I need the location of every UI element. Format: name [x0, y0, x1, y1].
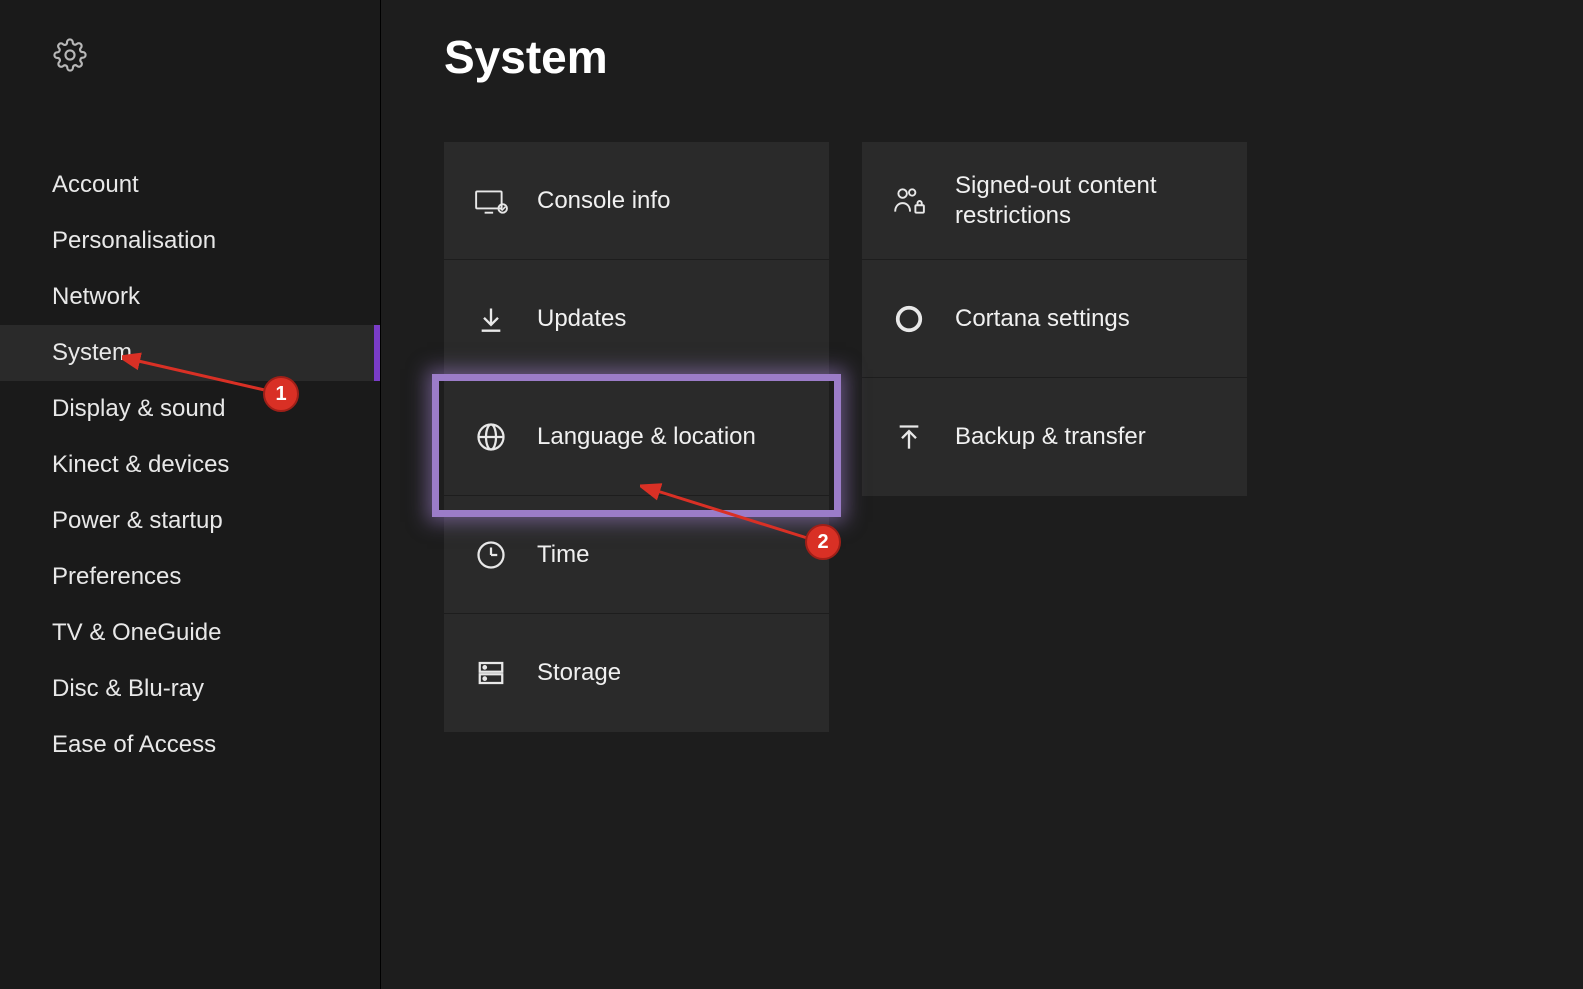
sidebar-item-power-startup[interactable]: Power & startup — [0, 493, 380, 549]
sidebar-item-account[interactable]: Account — [0, 157, 380, 213]
nav-list: Account Personalisation Network System D… — [0, 157, 380, 773]
download-icon — [473, 305, 509, 333]
sidebar-item-label: Ease of Access — [52, 731, 216, 758]
tile-label: Storage — [537, 658, 621, 688]
sidebar-item-ease-of-access[interactable]: Ease of Access — [0, 717, 380, 773]
gear-icon — [53, 59, 87, 76]
tile-backup-transfer[interactable]: Backup & transfer — [862, 378, 1247, 496]
tile-console-info[interactable]: Console info — [444, 142, 829, 260]
tile-label: Backup & transfer — [955, 422, 1146, 452]
sidebar-item-network[interactable]: Network — [0, 269, 380, 325]
tile-column-left: Console info Updates — [444, 142, 829, 732]
settings-gear[interactable] — [0, 38, 380, 77]
circle-icon — [891, 304, 927, 334]
tiles-container: Console info Updates — [444, 142, 1583, 732]
sidebar-item-disc-bluray[interactable]: Disc & Blu-ray — [0, 661, 380, 717]
storage-icon — [473, 658, 509, 688]
sidebar-item-label: TV & OneGuide — [52, 619, 221, 646]
tile-label: Signed-out content restrictions — [955, 171, 1247, 231]
tile-label: Language & location — [537, 422, 756, 452]
tile-label: Time — [537, 540, 589, 570]
sidebar-item-tv-oneguide[interactable]: TV & OneGuide — [0, 605, 380, 661]
sidebar-item-label: Kinect & devices — [52, 451, 229, 478]
console-info-icon — [473, 188, 509, 214]
sidebar-item-label: Network — [52, 283, 140, 310]
tile-storage[interactable]: Storage — [444, 614, 829, 732]
globe-icon — [473, 422, 509, 452]
sidebar-item-label: Display & sound — [52, 395, 225, 422]
tile-column-right: Signed-out content restrictions Cortana … — [862, 142, 1247, 732]
settings-sidebar: Account Personalisation Network System D… — [0, 0, 381, 989]
sidebar-item-personalisation[interactable]: Personalisation — [0, 213, 380, 269]
tile-label: Cortana settings — [955, 304, 1130, 334]
tile-updates[interactable]: Updates — [444, 260, 829, 378]
tile-label: Updates — [537, 304, 626, 334]
sidebar-item-label: System — [52, 339, 132, 366]
main-content: System Console info — [381, 0, 1583, 989]
sidebar-item-label: Account — [52, 171, 139, 198]
sidebar-item-preferences[interactable]: Preferences — [0, 549, 380, 605]
tile-language-location[interactable]: Language & location — [444, 378, 829, 496]
tile-content-restrictions[interactable]: Signed-out content restrictions — [862, 142, 1247, 260]
sidebar-item-system[interactable]: System — [0, 325, 380, 381]
page-title: System — [444, 30, 1583, 84]
clock-icon — [473, 540, 509, 570]
sidebar-item-label: Preferences — [52, 563, 181, 590]
sidebar-item-label: Power & startup — [52, 507, 223, 534]
tile-cortana-settings[interactable]: Cortana settings — [862, 260, 1247, 378]
tile-time[interactable]: Time — [444, 496, 829, 614]
sidebar-item-label: Disc & Blu-ray — [52, 675, 204, 702]
people-lock-icon — [891, 186, 927, 216]
sidebar-item-label: Personalisation — [52, 227, 216, 254]
upload-icon — [891, 423, 927, 451]
sidebar-item-display-sound[interactable]: Display & sound — [0, 381, 380, 437]
sidebar-item-kinect-devices[interactable]: Kinect & devices — [0, 437, 380, 493]
tile-label: Console info — [537, 186, 670, 216]
